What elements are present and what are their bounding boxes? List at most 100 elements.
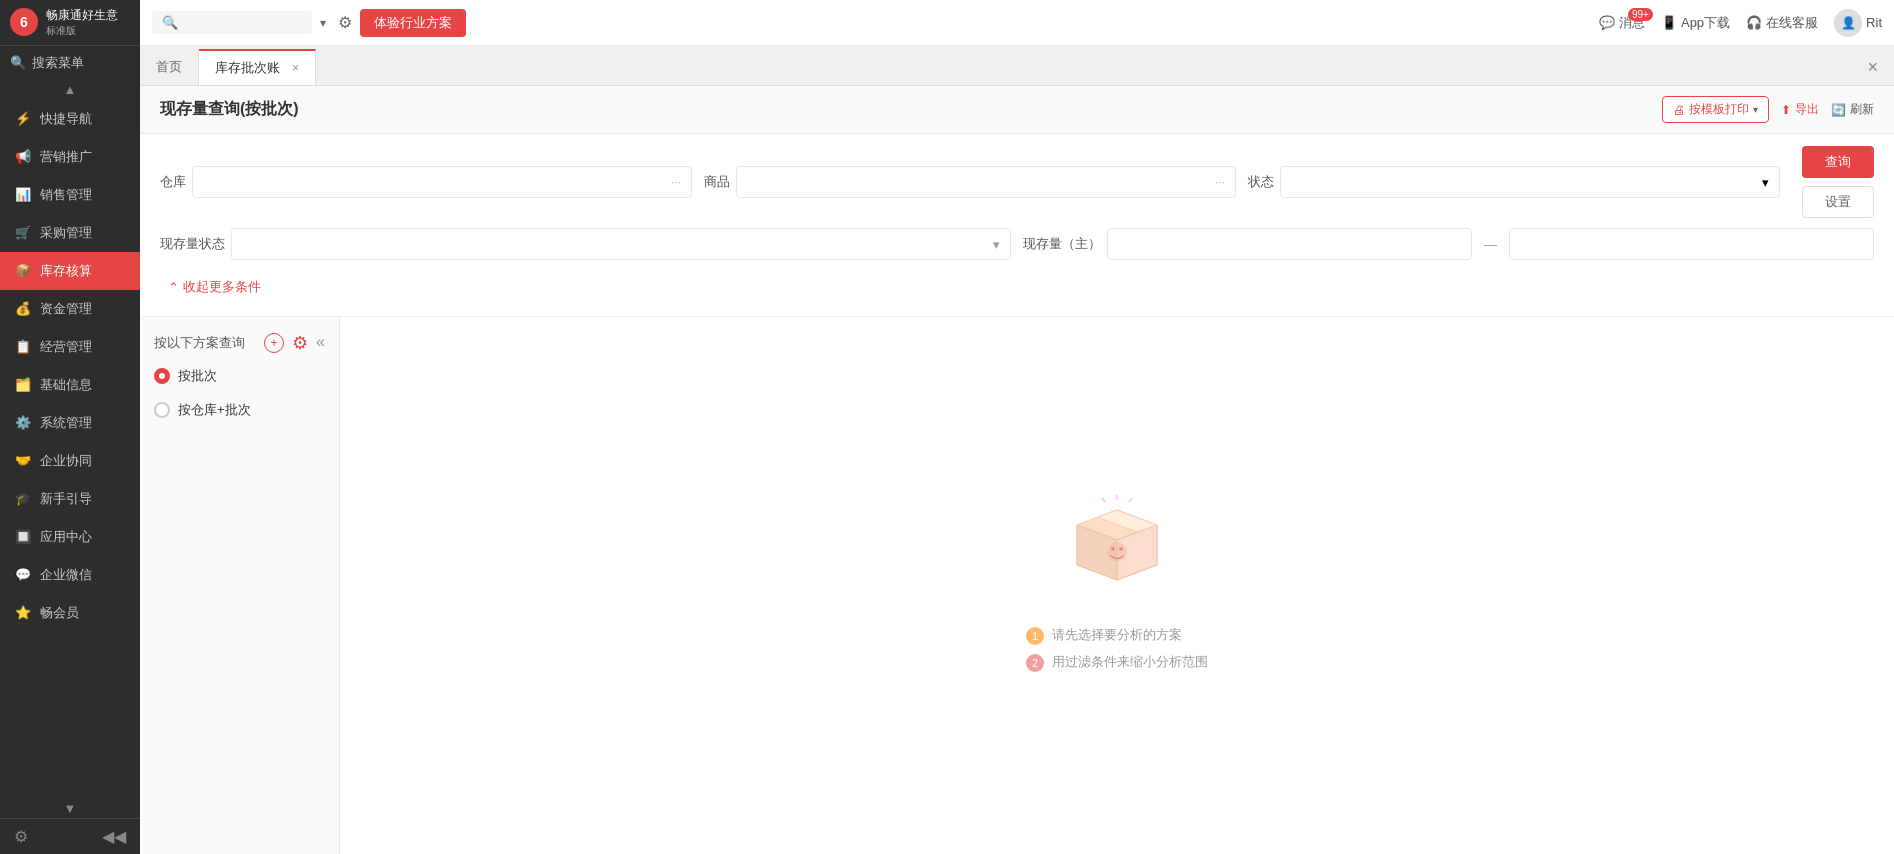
topbar-dropdown-btn[interactable]: ▾: [320, 16, 326, 30]
filter-row-2: 现存量状态 ▾ 现存量（主） —: [160, 228, 1874, 260]
sidebar-item-quick-nav[interactable]: ⚡ 快捷导航: [0, 100, 140, 138]
sidebar-item-cooperation[interactable]: 🤝 企业协同: [0, 442, 140, 480]
template-print-btn[interactable]: 🖨 按模板打印 ▾: [1662, 96, 1769, 123]
search-icon: 🔍: [10, 55, 26, 70]
sidebar-search[interactable]: 🔍 搜索菜单: [0, 46, 140, 80]
status-dropdown-arrow[interactable]: ▾: [1762, 175, 1769, 190]
page-title: 现存量查询(按批次): [160, 99, 299, 120]
sidebar-collapse-icon[interactable]: ◀◀: [102, 827, 126, 846]
sidebar-item-marketing[interactable]: 📢 营销推广: [0, 138, 140, 176]
refresh-btn[interactable]: 🔄 刷新: [1831, 101, 1874, 118]
sidebar-settings-icon[interactable]: ⚙: [14, 827, 28, 846]
tabs-bar: 首页 库存批次账 × ×: [140, 46, 1894, 86]
goods-input-box[interactable]: ···: [736, 166, 1236, 198]
tip-item-1: 1 请先选择要分析的方案: [1026, 626, 1208, 645]
sidebar-nav: ⚡ 快捷导航 📢 营销推广 📊 销售管理 🛒 采购管理 📦 库存核算 💰 资金管…: [0, 100, 140, 798]
status-filter: 状态 ▾: [1248, 166, 1780, 198]
scheme-radio-by-warehouse-batch: [154, 402, 170, 418]
sidebar-item-basic[interactable]: 🗂️ 基础信息: [0, 366, 140, 404]
scheme-item-by-warehouse-batch[interactable]: 按仓库+批次: [140, 393, 339, 427]
topbar: 🔍 ▾ ⚙ 体验行业方案 💬 消息 99+ 📱 App下载 🎧 在线客服: [140, 0, 1894, 46]
scheme-settings-icon: ⚙: [292, 332, 308, 354]
topbar-search-box[interactable]: 🔍: [152, 11, 312, 34]
page-header-actions: 🖨 按模板打印 ▾ ⬆ 导出 🔄 刷新: [1662, 96, 1874, 123]
sidebar: 6 畅康通好生意 标准版 🔍 搜索菜单 ▲ ⚡ 快捷导航 📢 营销推广 📊 销售…: [0, 0, 140, 854]
left-panel-collapse-btn[interactable]: «: [316, 333, 325, 353]
topbar-left: 🔍 ▾ ⚙ 体验行业方案: [152, 9, 1589, 37]
sidebar-item-purchase[interactable]: 🛒 采购管理: [0, 214, 140, 252]
warehouse-more-icon[interactable]: ···: [671, 175, 681, 189]
stock-status-dropdown-arrow[interactable]: ▾: [993, 237, 1000, 252]
guide-icon: 🎓: [14, 490, 32, 508]
scheme-radio-by-batch: [154, 368, 170, 384]
marketing-icon: 📢: [14, 148, 32, 166]
wechat-icon: 💬: [14, 566, 32, 584]
tip-num-2: 2: [1026, 654, 1044, 672]
experience-btn[interactable]: 体验行业方案: [360, 9, 466, 37]
add-scheme-btn[interactable]: +: [264, 333, 284, 353]
sidebar-item-inventory[interactable]: 📦 库存核算: [0, 252, 140, 290]
warehouse-input-box[interactable]: ···: [192, 166, 692, 198]
cooperation-icon: 🤝: [14, 452, 32, 470]
sidebar-item-operation[interactable]: 📋 经营管理: [0, 328, 140, 366]
sidebar-logo: 6 畅康通好生意 标准版: [0, 0, 140, 46]
export-btn[interactable]: ⬆ 导出: [1781, 101, 1819, 118]
operation-icon: 📋: [14, 338, 32, 356]
goods-input[interactable]: [747, 175, 1215, 190]
panel-close-btn[interactable]: ×: [1851, 49, 1894, 85]
topbar-search-icon: 🔍: [162, 15, 178, 30]
topbar-search-input[interactable]: [184, 16, 264, 30]
topbar-gear-icon[interactable]: ⚙: [338, 13, 352, 32]
goods-more-icon[interactable]: ···: [1215, 175, 1225, 189]
finance-icon: 💰: [14, 300, 32, 318]
message-badge: 99+: [1628, 8, 1653, 21]
scheme-settings-btn[interactable]: ⚙: [290, 333, 310, 353]
svg-point-7: [1119, 547, 1123, 551]
scheme-item-by-batch[interactable]: 按批次: [140, 359, 339, 393]
print-dropdown-arrow[interactable]: ▾: [1753, 104, 1758, 115]
stock-qty-to[interactable]: [1520, 237, 1863, 252]
tab-inventory-batch[interactable]: 库存批次账 ×: [199, 49, 316, 85]
stock-qty-from[interactable]: [1118, 237, 1461, 252]
user-avatar-item[interactable]: 👤 Rit: [1834, 9, 1882, 37]
collapse-more-btn[interactable]: ⌃ 收起更多条件: [160, 270, 269, 304]
logo-text: 畅康通好生意 标准版: [46, 8, 118, 37]
settings-btn[interactable]: 设置: [1802, 186, 1874, 218]
stock-status-select[interactable]: ▾: [231, 228, 1011, 260]
page-header: 现存量查询(按批次) 🖨 按模板打印 ▾ ⬆ 导出 🔄 刷新: [140, 86, 1894, 134]
app-download-item[interactable]: 📱 App下载: [1661, 14, 1730, 32]
refresh-icon: 🔄: [1831, 103, 1846, 117]
stock-qty-from-input[interactable]: [1107, 228, 1472, 260]
svg-point-6: [1111, 547, 1115, 551]
stock-qty-to-input[interactable]: [1509, 228, 1874, 260]
sales-icon: 📊: [14, 186, 32, 204]
apps-icon: 🔲: [14, 528, 32, 546]
warehouse-filter: 仓库 ···: [160, 166, 692, 198]
online-service-item[interactable]: 🎧 在线客服: [1746, 14, 1818, 32]
sidebar-item-member[interactable]: ⭐ 畅会员: [0, 594, 140, 632]
export-icon: ⬆: [1781, 103, 1791, 117]
sidebar-item-wechat[interactable]: 💬 企业微信: [0, 556, 140, 594]
left-panel-actions: + ⚙ «: [264, 333, 325, 353]
query-btn[interactable]: 查询: [1802, 146, 1874, 178]
right-content: 1 请先选择要分析的方案 2 用过滤条件来缩小分析范围: [340, 317, 1894, 854]
empty-illustration: [1057, 490, 1177, 610]
sidebar-item-apps[interactable]: 🔲 应用中心: [0, 518, 140, 556]
stock-status-filter: 现存量状态 ▾: [160, 228, 1011, 260]
purchase-icon: 🛒: [14, 224, 32, 242]
tab-home[interactable]: 首页: [140, 49, 199, 85]
empty-tips: 1 请先选择要分析的方案 2 用过滤条件来缩小分析范围: [1026, 626, 1208, 672]
headset-icon: 🎧: [1746, 15, 1762, 30]
tab-close-btn[interactable]: ×: [292, 61, 299, 75]
sidebar-item-sales[interactable]: 📊 销售管理: [0, 176, 140, 214]
warehouse-input[interactable]: [203, 175, 671, 190]
phone-icon: 📱: [1661, 15, 1677, 30]
status-select[interactable]: ▾: [1280, 166, 1780, 198]
sidebar-scroll-up[interactable]: ▲: [0, 80, 140, 100]
sidebar-item-guide[interactable]: 🎓 新手引导: [0, 480, 140, 518]
sidebar-item-finance[interactable]: 💰 资金管理: [0, 290, 140, 328]
messages-item[interactable]: 💬 消息 99+: [1599, 14, 1645, 32]
sidebar-scroll-down[interactable]: ▼: [0, 798, 140, 818]
sidebar-item-system[interactable]: ⚙️ 系统管理: [0, 404, 140, 442]
filter-row-1: 仓库 ··· 商品 ··· 状态: [160, 146, 1874, 218]
